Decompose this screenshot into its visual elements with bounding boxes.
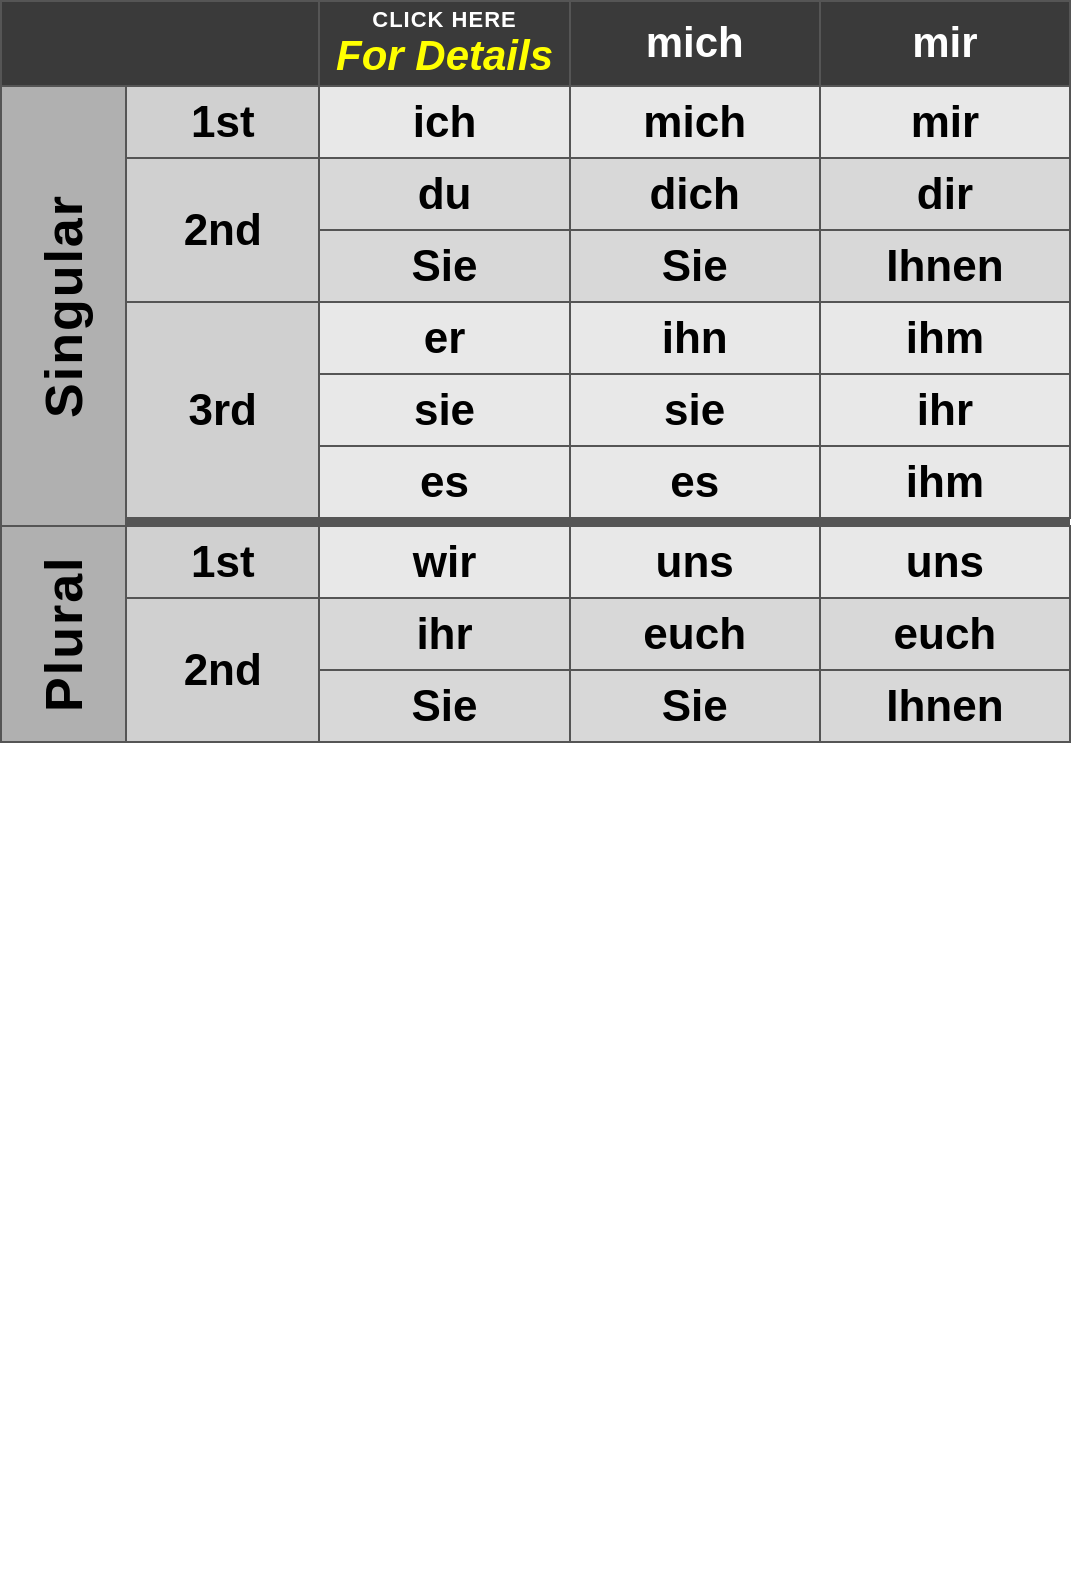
acc-Sie-plural-formal: Sie [570, 670, 820, 742]
for-details-text: For Details [325, 33, 563, 79]
person-1st: 1st [126, 86, 319, 158]
nom-ihr-plural: ihr [319, 598, 569, 670]
acc-mich: mich [570, 86, 820, 158]
acc-sie-3rd: sie [570, 374, 820, 446]
person-3rd: 3rd [126, 302, 319, 518]
divider-row [1, 518, 1070, 526]
dat-euch: euch [820, 598, 1070, 670]
person-2nd: 2nd [126, 158, 319, 302]
dat-uns: uns [820, 526, 1070, 598]
header-row: CLICK HERE For Details mich mir [1, 1, 1070, 86]
nom-wir: wir [319, 526, 569, 598]
acc-es: es [570, 446, 820, 518]
dat-mir: mir [820, 86, 1070, 158]
dat-ihm-er: ihm [820, 302, 1070, 374]
click-here-text: CLICK HERE [325, 7, 563, 33]
dat-Ihnen-plural: Ihnen [820, 670, 1070, 742]
dat-ihm-es: ihm [820, 446, 1070, 518]
acc-dich: dich [570, 158, 820, 230]
click-here-cell[interactable]: CLICK HERE For Details [319, 1, 569, 86]
nom-es: es [319, 446, 569, 518]
pronouns-table: CLICK HERE For Details mich mir Singular… [0, 0, 1071, 743]
singular-3rd-er-row: 3rd er ihn ihm [1, 302, 1070, 374]
acc-Sie-formal: Sie [570, 230, 820, 302]
nom-er: er [319, 302, 569, 374]
header-empty [1, 1, 319, 86]
singular-2nd-du-row: 2nd du dich dir [1, 158, 1070, 230]
nom-Sie-plural-formal: Sie [319, 670, 569, 742]
nom-Sie-formal: Sie [319, 230, 569, 302]
acc-uns: uns [570, 526, 820, 598]
plural-person-2nd: 2nd [126, 598, 319, 742]
dat-dir: dir [820, 158, 1070, 230]
header-mir: mir [820, 1, 1070, 86]
plural-1st-row: Plural 1st wir uns uns [1, 526, 1070, 598]
singular-label: Singular [1, 86, 126, 526]
dat-ihr-3rd: ihr [820, 374, 1070, 446]
plural-2nd-ihr-row: 2nd ihr euch euch [1, 598, 1070, 670]
nom-du: du [319, 158, 569, 230]
acc-ihn: ihn [570, 302, 820, 374]
singular-1st-row: Singular 1st ich mich mir [1, 86, 1070, 158]
header-mich: mich [570, 1, 820, 86]
plural-label: Plural [1, 526, 126, 742]
nom-ich: ich [319, 86, 569, 158]
acc-euch: euch [570, 598, 820, 670]
nom-sie-3rd: sie [319, 374, 569, 446]
german-pronouns-table: CLICK HERE For Details mich mir Singular… [0, 0, 1071, 743]
dat-Ihnen-formal: Ihnen [820, 230, 1070, 302]
plural-person-1st: 1st [126, 526, 319, 598]
